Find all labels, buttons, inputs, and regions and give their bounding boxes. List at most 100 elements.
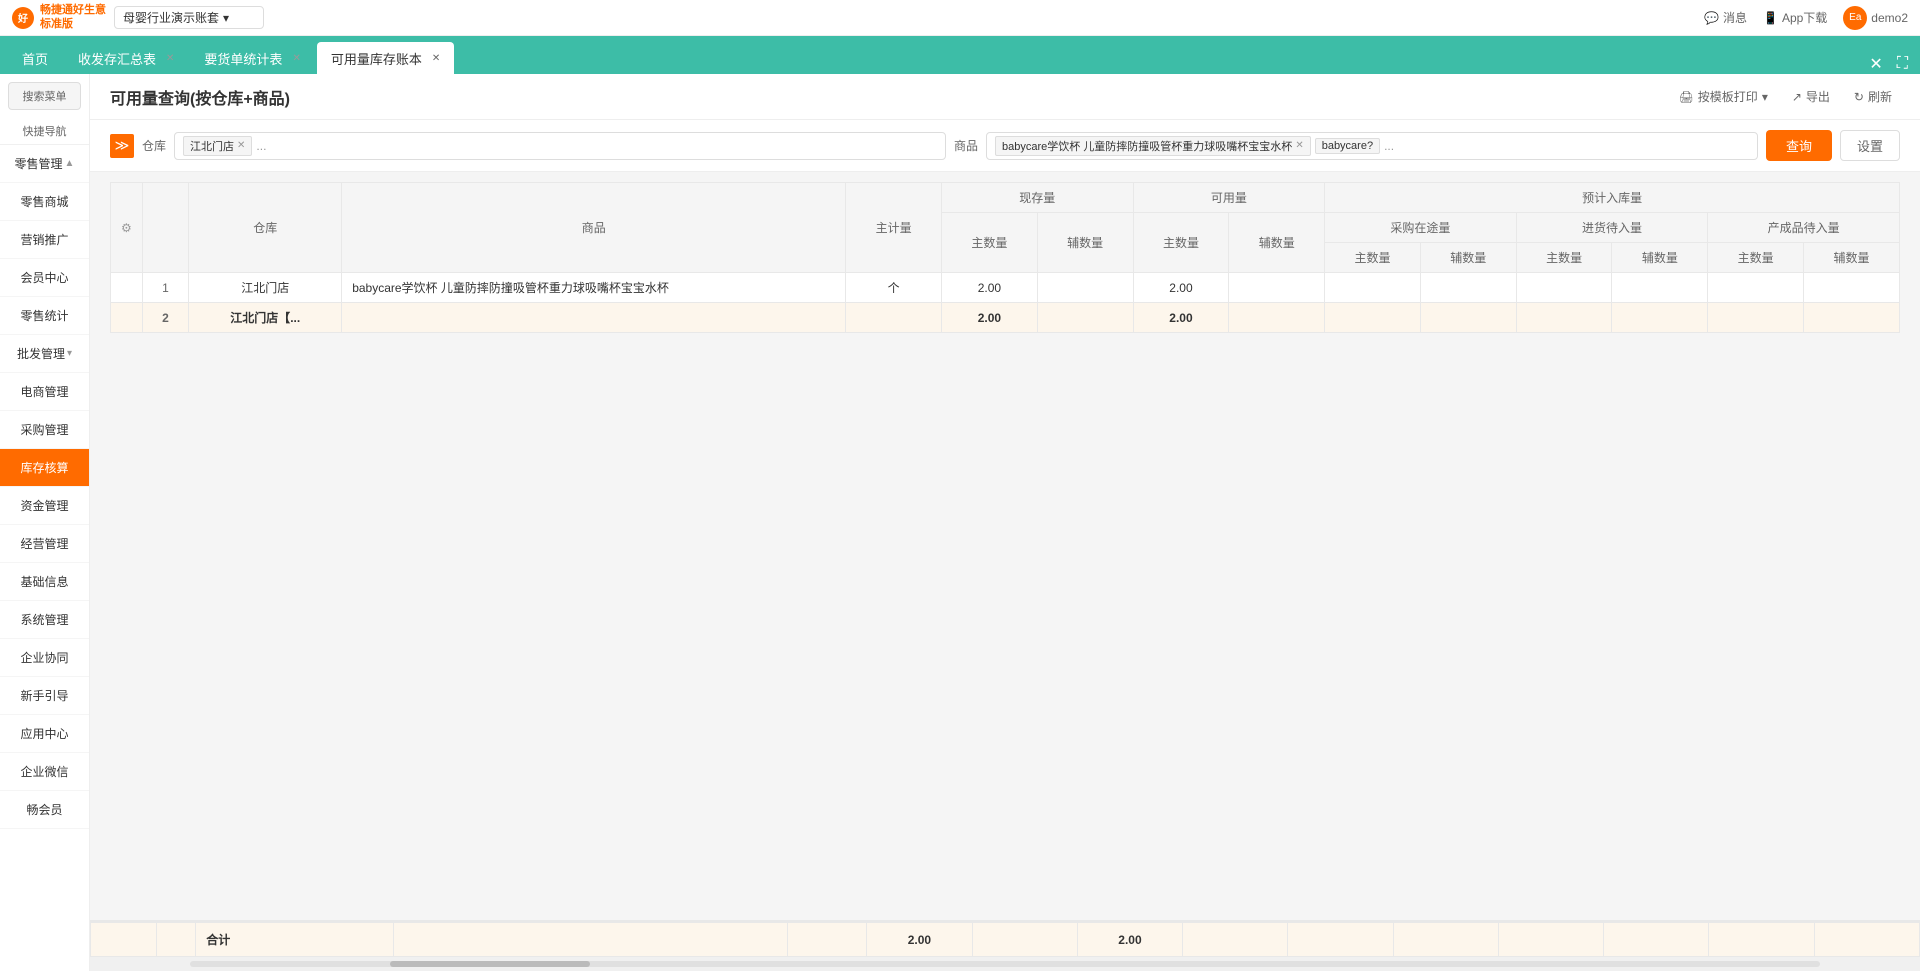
- sidebar-item-finance[interactable]: 资金管理: [0, 487, 89, 525]
- sidebar-item-newbie[interactable]: 新手引导: [0, 677, 89, 715]
- product-filter-tags[interactable]: babycare学饮杯 儿童防摔防撞吸管杯重力球吸嘴杯宝宝水杯 ✕ babyca…: [986, 132, 1758, 160]
- sidebar-quick-nav[interactable]: 快捷导航: [0, 118, 89, 145]
- export-icon: ↗: [1792, 90, 1802, 104]
- warehouse-label: 仓库: [142, 137, 166, 154]
- sidebar-item-app-center[interactable]: 应用中心: [0, 715, 89, 753]
- phone-icon: 📱: [1763, 11, 1778, 25]
- production-main-header: 主数量: [1708, 243, 1804, 273]
- row-settings: [111, 273, 143, 303]
- close-all-tabs-btn[interactable]: ✕: [1865, 54, 1886, 74]
- fullscreen-btn[interactable]: ⛶: [1893, 55, 1912, 73]
- available-group-header: 可用量: [1133, 183, 1325, 213]
- data-table: ⚙ 仓库 商品 主计量 现存量 可用量 预计入库量 主数量 辅数量 主数量: [110, 182, 1900, 333]
- row-inbound-main-2: [1516, 303, 1612, 333]
- row-inbound-aux-2: [1612, 303, 1708, 333]
- sidebar-item-marketing[interactable]: 营销推广: [0, 221, 89, 259]
- footer-label: 合计: [196, 923, 393, 957]
- sidebar-item-retail[interactable]: 零售管理 ▲: [0, 145, 89, 183]
- scroll-track: [190, 961, 1820, 967]
- table-footer: 合计 2.00 2.00: [90, 920, 1920, 957]
- product-more: ...: [1384, 139, 1394, 153]
- nav-tabs: 首页 收发存汇总表 ✕ 要货单统计表 ✕ 可用量库存账本 ✕ ✕ ⛶: [0, 36, 1920, 74]
- sidebar-item-ecommerce[interactable]: 电商管理: [0, 373, 89, 411]
- stock-aux-header: 辅数量: [1037, 213, 1133, 273]
- sidebar-item-retail-stats[interactable]: 零售统计: [0, 297, 89, 335]
- search-menu-btn[interactable]: 搜索菜单: [8, 82, 81, 110]
- footer-production-main: [1709, 923, 1814, 957]
- footer-empty-2: [156, 923, 195, 957]
- footer-row: 合计 2.00 2.00: [91, 923, 1920, 957]
- top-bar: 好 畅捷通好生意 标准版 母婴行业演示账套 ▾ 💬 消息 📱 App下载 Ea …: [0, 0, 1920, 36]
- user-menu[interactable]: Ea demo2: [1843, 6, 1908, 30]
- product-tag-2: babycare?: [1315, 138, 1380, 154]
- content-area: 可用量查询(按仓库+商品) 🖨 按模板打印 ▾ ↗ 导出 ↻ 刷新 ≫: [90, 74, 1920, 971]
- warehouse-more: ...: [256, 139, 266, 153]
- message-btn[interactable]: 💬 消息: [1704, 9, 1747, 26]
- sidebar-item-wholesale[interactable]: 批发管理 ▾: [0, 335, 89, 373]
- sidebar-item-enterprise[interactable]: 企业协同: [0, 639, 89, 677]
- inbound-group-header: 进货待入量: [1516, 213, 1708, 243]
- row-num-2: 2: [142, 303, 189, 333]
- page-title: 可用量查询(按仓库+商品): [110, 85, 290, 109]
- footer-stock-main: 2.00: [867, 923, 972, 957]
- filter-toggle-btn[interactable]: ≫: [110, 134, 134, 158]
- gear-icon[interactable]: ⚙: [121, 221, 132, 235]
- footer-purchase-main: [1288, 923, 1393, 957]
- table-area: ⚙ 仓库 商品 主计量 现存量 可用量 预计入库量 主数量 辅数量 主数量: [90, 172, 1920, 920]
- tab-order[interactable]: 要货单统计表 ✕: [190, 42, 314, 74]
- footer-inbound-aux: [1604, 923, 1709, 957]
- row-unit-1: 个: [846, 273, 942, 303]
- tab-home[interactable]: 首页: [8, 42, 62, 74]
- bottom-scrollbar[interactable]: [90, 957, 1920, 971]
- scroll-thumb[interactable]: [390, 961, 590, 967]
- table-header-row-1: ⚙ 仓库 商品 主计量 现存量 可用量 预计入库量: [111, 183, 1900, 213]
- warehouse-tag: 江北门店 ✕: [183, 136, 252, 156]
- sidebar-item-basic[interactable]: 基础信息: [0, 563, 89, 601]
- refresh-btn[interactable]: ↻ 刷新: [1846, 84, 1900, 109]
- remove-warehouse-tag[interactable]: ✕: [237, 140, 245, 151]
- set-btn[interactable]: 设置: [1840, 130, 1900, 161]
- available-main-header: 主数量: [1133, 213, 1229, 273]
- export-btn[interactable]: ↗ 导出: [1784, 84, 1838, 109]
- row-product-2: [342, 303, 846, 333]
- app-download-btn[interactable]: 📱 App下载: [1763, 9, 1827, 26]
- row-production-main-2: [1708, 303, 1804, 333]
- filter-actions: 查询 设置: [1766, 130, 1900, 161]
- remove-product-tag-1[interactable]: ✕: [1295, 140, 1303, 151]
- print-icon: 🖨: [1679, 90, 1694, 104]
- row-unit-2: [846, 303, 942, 333]
- close-tab-available[interactable]: ✕: [432, 53, 440, 64]
- product-label: 商品: [954, 137, 978, 154]
- tab-available[interactable]: 可用量库存账本 ✕: [317, 42, 454, 74]
- footer-available-aux: [1183, 923, 1288, 957]
- row-available-main-1: 2.00: [1133, 273, 1229, 303]
- tab-receive[interactable]: 收发存汇总表 ✕: [64, 42, 188, 74]
- stock-main-header: 主数量: [942, 213, 1038, 273]
- sidebar-item-operations[interactable]: 经营管理: [0, 525, 89, 563]
- warehouse-filter-tags[interactable]: 江北门店 ✕ ...: [174, 132, 946, 160]
- table-row: 2 江北门店【... 2.00 2.00: [111, 303, 1900, 333]
- sidebar-item-member2[interactable]: 畅会员: [0, 791, 89, 829]
- print-btn[interactable]: 🖨 按模板打印 ▾: [1671, 84, 1776, 109]
- query-btn[interactable]: 查询: [1766, 130, 1832, 161]
- nav-controls: ✕ ⛶: [1865, 54, 1912, 74]
- chevron-down-icon: ▾: [1762, 90, 1768, 104]
- sidebar-item-system[interactable]: 系统管理: [0, 601, 89, 639]
- row-stock-main-1: 2.00: [942, 273, 1038, 303]
- sidebar-item-member[interactable]: 会员中心: [0, 259, 89, 297]
- footer-inbound-main: [1498, 923, 1603, 957]
- close-tab-order[interactable]: ✕: [292, 53, 300, 64]
- row-num-1: 1: [142, 273, 189, 303]
- close-tab-receive[interactable]: ✕: [166, 53, 174, 64]
- footer-product-empty: [393, 923, 788, 957]
- tenant-selector[interactable]: 母婴行业演示账套 ▾: [114, 6, 264, 29]
- sidebar-item-purchase[interactable]: 采购管理: [0, 411, 89, 449]
- sidebar-item-enterprise-wechat[interactable]: 企业微信: [0, 753, 89, 791]
- unit-header: 主计量: [846, 183, 942, 273]
- sidebar-item-retail-mall[interactable]: 零售商城: [0, 183, 89, 221]
- message-icon: 💬: [1704, 11, 1719, 25]
- sidebar-item-inventory[interactable]: 库存核算: [0, 449, 89, 487]
- purchase-group-header: 采购在途量: [1325, 213, 1517, 243]
- row-inbound-main-1: [1516, 273, 1612, 303]
- footer-table: 合计 2.00 2.00: [90, 922, 1920, 957]
